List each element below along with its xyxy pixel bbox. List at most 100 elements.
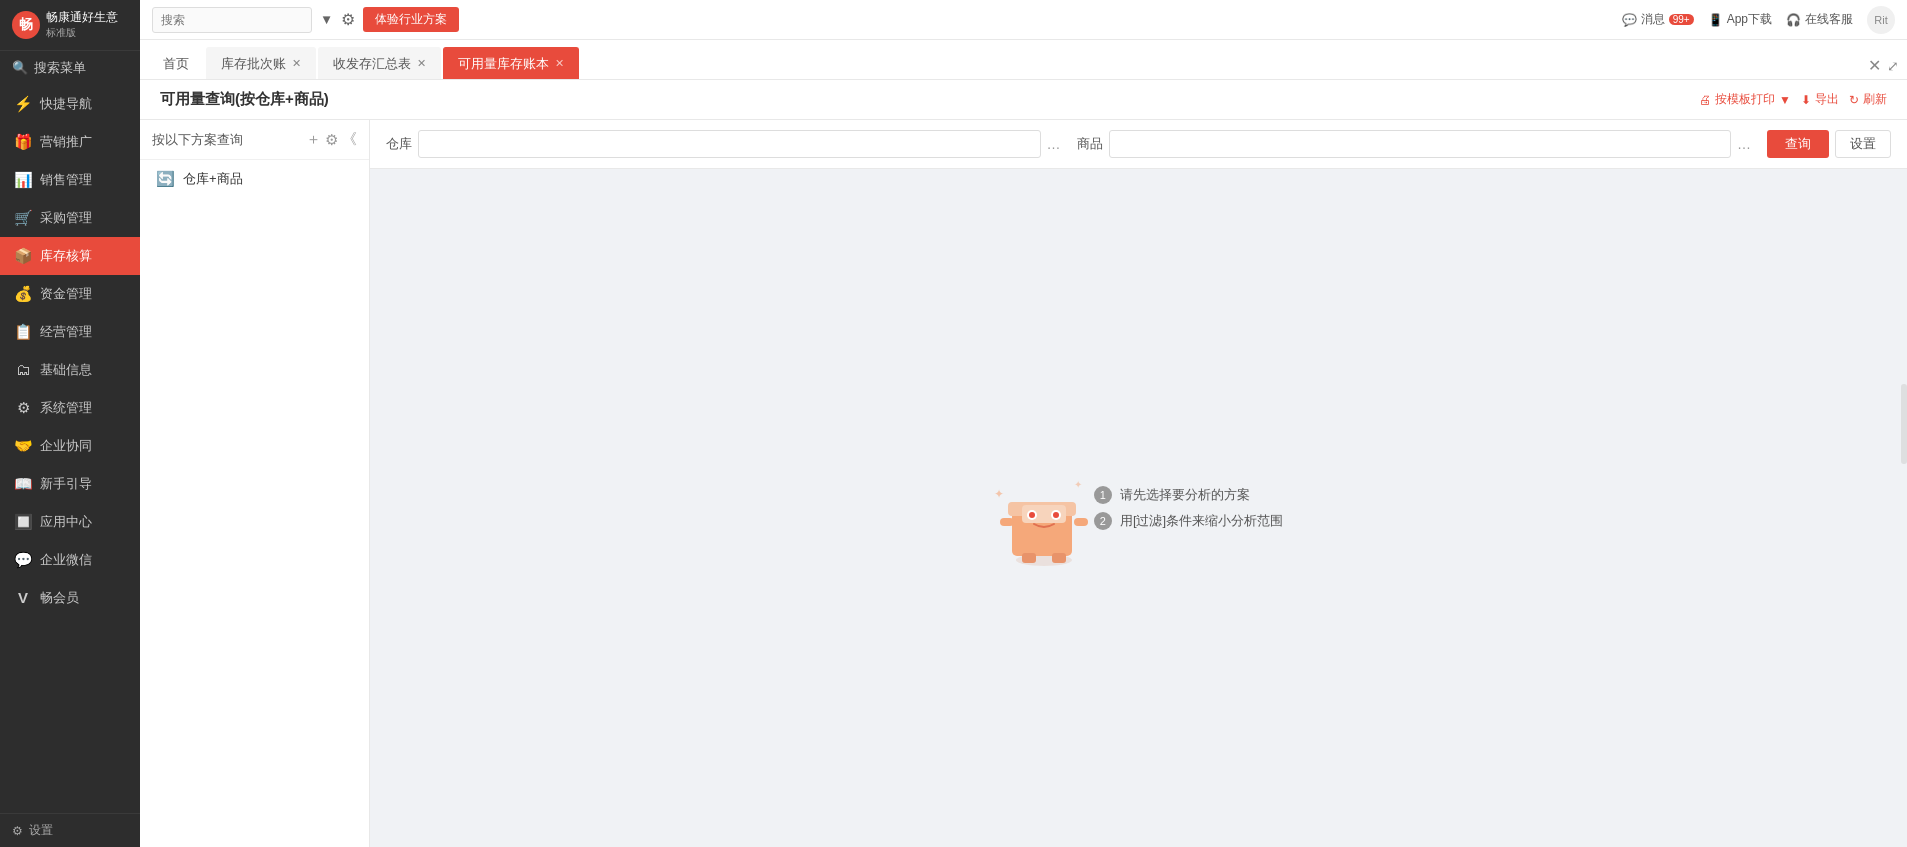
empty-tip-2: 2 用[过滤]条件来缩小分析范围 bbox=[1094, 512, 1283, 530]
scheme-icon: 🔄 bbox=[156, 170, 175, 188]
warehouse-input[interactable] bbox=[418, 130, 1041, 158]
svg-rect-11 bbox=[1052, 553, 1066, 563]
sidebar: 畅 畅康通好生意 标准版 🔍 搜索菜单 ⚡ 快捷导航 🎁 营销推广 📊 销售管理… bbox=[0, 0, 140, 847]
tabs-right: ✕ ⤢ bbox=[1868, 56, 1899, 79]
guide-icon: 📖 bbox=[14, 475, 32, 493]
avatar: Rit bbox=[1867, 6, 1895, 34]
tab-available-ledger-close[interactable]: ✕ bbox=[555, 57, 564, 70]
inventory-icon: 📦 bbox=[14, 247, 32, 265]
export-btn[interactable]: ⬇ 导出 bbox=[1801, 91, 1839, 108]
trial-industry-btn[interactable]: 体验行业方案 bbox=[363, 7, 459, 32]
user-avatar[interactable]: Rit bbox=[1867, 6, 1895, 34]
warehouse-label: 仓库 bbox=[386, 135, 412, 153]
svg-rect-8 bbox=[1000, 518, 1014, 526]
query-btn[interactable]: 查询 bbox=[1767, 130, 1829, 158]
sidebar-item-shortcut[interactable]: ⚡ 快捷导航 bbox=[0, 85, 140, 123]
tab-batch-ledger-close[interactable]: ✕ bbox=[292, 57, 301, 70]
search-icon: 🔍 bbox=[12, 60, 28, 75]
collapse-panel-btn[interactable]: 《 bbox=[342, 130, 357, 149]
filter-actions: 查询 设置 bbox=[1767, 130, 1891, 158]
sidebar-item-system[interactable]: ⚙ 系统管理 bbox=[0, 389, 140, 427]
sidebar-item-marketing[interactable]: 🎁 营销推广 bbox=[0, 123, 140, 161]
topbar-right: 💬 消息 99+ 📱 App下载 🎧 在线客服 Rit bbox=[1622, 6, 1895, 34]
tip-number-1: 1 bbox=[1094, 486, 1112, 504]
marketing-icon: 🎁 bbox=[14, 133, 32, 151]
manage-scheme-btn[interactable]: ⚙ bbox=[325, 130, 338, 149]
coop-icon: 🤝 bbox=[14, 437, 32, 455]
sidebar-item-wechat[interactable]: 💬 企业微信 bbox=[0, 541, 140, 579]
filter-table-area: 按以下方案查询 ＋ ⚙ 《 🔄 仓库+商品 仓库 bbox=[140, 120, 1907, 847]
product-more-btn[interactable]: … bbox=[1737, 136, 1751, 152]
svg-text:✦: ✦ bbox=[1074, 479, 1082, 490]
print-template-btn[interactable]: 🖨 按模板打印 ▼ bbox=[1699, 91, 1791, 108]
refresh-btn[interactable]: ↻ 刷新 bbox=[1849, 91, 1887, 108]
svg-point-7 bbox=[1053, 512, 1059, 518]
sidebar-item-basic[interactable]: 🗂 基础信息 bbox=[0, 351, 140, 389]
warehouse-filter-field: 仓库 … bbox=[386, 130, 1061, 158]
svg-point-6 bbox=[1029, 512, 1035, 518]
sidebar-bottom[interactable]: ⚙ 设置 bbox=[0, 813, 140, 847]
filter-bar: 仓库 … 商品 … 查询 设置 bbox=[370, 120, 1907, 169]
sidebar-item-purchase[interactable]: 🛒 采购管理 bbox=[0, 199, 140, 237]
message-badge: 99+ bbox=[1669, 14, 1694, 25]
search-menu-btn[interactable]: 🔍 搜索菜单 bbox=[0, 51, 140, 85]
message-btn[interactable]: 💬 消息 99+ bbox=[1622, 11, 1694, 28]
export-icon: ⬇ bbox=[1801, 93, 1811, 107]
page-header: 可用量查询(按仓库+商品) 🖨 按模板打印 ▼ ⬇ 导出 ↻ 刷新 bbox=[140, 80, 1907, 120]
tab-batch-ledger[interactable]: 库存批次账 ✕ bbox=[206, 47, 316, 79]
app-download-btn[interactable]: 📱 App下载 bbox=[1708, 11, 1772, 28]
logo-text: 畅康通好生意 标准版 bbox=[46, 10, 118, 40]
content-area: 可用量查询(按仓库+商品) 🖨 按模板打印 ▼ ⬇ 导出 ↻ 刷新 bbox=[140, 80, 1907, 847]
tab-receive-summary[interactable]: 收发存汇总表 ✕ bbox=[318, 47, 441, 79]
tip-number-2: 2 bbox=[1094, 512, 1112, 530]
filter-settings-btn[interactable]: 设置 bbox=[1835, 130, 1891, 158]
online-service-btn[interactable]: 🎧 在线客服 bbox=[1786, 11, 1853, 28]
tabs-close-all-btn[interactable]: ✕ bbox=[1868, 56, 1881, 75]
sidebar-item-operation[interactable]: 📋 经营管理 bbox=[0, 313, 140, 351]
sidebar-item-apps[interactable]: 🔲 应用中心 bbox=[0, 503, 140, 541]
system-icon: ⚙ bbox=[14, 399, 32, 417]
tabs-bar: 首页 库存批次账 ✕ 收发存汇总表 ✕ 可用量库存账本 ✕ ✕ ⤢ bbox=[140, 40, 1907, 80]
topbar-dropdown-btn[interactable]: ▼ bbox=[320, 12, 333, 27]
scheme-item-warehouse-product[interactable]: 🔄 仓库+商品 bbox=[140, 160, 369, 198]
left-panel-header-actions: ＋ ⚙ 《 bbox=[306, 130, 357, 149]
sidebar-nav: ⚡ 快捷导航 🎁 营销推广 📊 销售管理 🛒 采购管理 📦 库存核算 💰 资金管… bbox=[0, 85, 140, 813]
svg-text:✦: ✦ bbox=[994, 487, 1004, 501]
sidebar-item-sales[interactable]: 📊 销售管理 bbox=[0, 161, 140, 199]
add-scheme-btn[interactable]: ＋ bbox=[306, 130, 321, 149]
print-dropdown-icon: ▼ bbox=[1779, 93, 1791, 107]
tabs-expand-btn[interactable]: ⤢ bbox=[1887, 58, 1899, 74]
svg-rect-10 bbox=[1022, 553, 1036, 563]
sidebar-item-guide[interactable]: 📖 新手引导 bbox=[0, 465, 140, 503]
refresh-icon: ↻ bbox=[1849, 93, 1859, 107]
product-label: 商品 bbox=[1077, 135, 1103, 153]
sidebar-item-coop[interactable]: 🤝 企业协同 bbox=[0, 427, 140, 465]
svg-rect-9 bbox=[1074, 518, 1088, 526]
finance-icon: 💰 bbox=[14, 285, 32, 303]
page-header-actions: 🖨 按模板打印 ▼ ⬇ 导出 ↻ 刷新 bbox=[1699, 91, 1887, 108]
product-filter-field: 商品 … bbox=[1077, 130, 1752, 158]
sidebar-item-inventory[interactable]: 📦 库存核算 bbox=[0, 237, 140, 275]
apps-icon: 🔲 bbox=[14, 513, 32, 531]
left-panel-header: 按以下方案查询 ＋ ⚙ 《 bbox=[140, 120, 369, 160]
sidebar-item-finance[interactable]: 💰 资金管理 bbox=[0, 275, 140, 313]
print-icon: 🖨 bbox=[1699, 93, 1711, 107]
message-icon: 💬 bbox=[1622, 13, 1637, 27]
tab-receive-summary-close[interactable]: ✕ bbox=[417, 57, 426, 70]
empty-state: ✦ ✦ 1 请先选择要分析的方案 2 用[过滤]条件来缩小分析范围 bbox=[370, 169, 1907, 847]
empty-state-visual: ✦ ✦ 1 请先选择要分析的方案 2 用[过滤]条件来缩小分析范围 bbox=[994, 468, 1283, 548]
phone-icon: 📱 bbox=[1708, 13, 1723, 27]
product-input[interactable] bbox=[1109, 130, 1732, 158]
sales-icon: 📊 bbox=[14, 171, 32, 189]
wechat-icon: 💬 bbox=[14, 551, 32, 569]
tab-home[interactable]: 首页 bbox=[148, 47, 204, 79]
warehouse-more-btn[interactable]: … bbox=[1047, 136, 1061, 152]
sidebar-item-member[interactable]: V 畅会员 bbox=[0, 579, 140, 617]
topbar-gear-btn[interactable]: ⚙ bbox=[341, 10, 355, 29]
page-title: 可用量查询(按仓库+商品) bbox=[160, 90, 329, 109]
main-area: ▼ ⚙ 体验行业方案 💬 消息 99+ 📱 App下载 🎧 在线客服 Rit bbox=[140, 0, 1907, 847]
tab-available-ledger[interactable]: 可用量库存账本 ✕ bbox=[443, 47, 579, 79]
right-panel: 仓库 … 商品 … 查询 设置 bbox=[370, 120, 1907, 847]
topbar-search-input[interactable] bbox=[152, 7, 312, 33]
left-panel: 按以下方案查询 ＋ ⚙ 《 🔄 仓库+商品 bbox=[140, 120, 370, 847]
